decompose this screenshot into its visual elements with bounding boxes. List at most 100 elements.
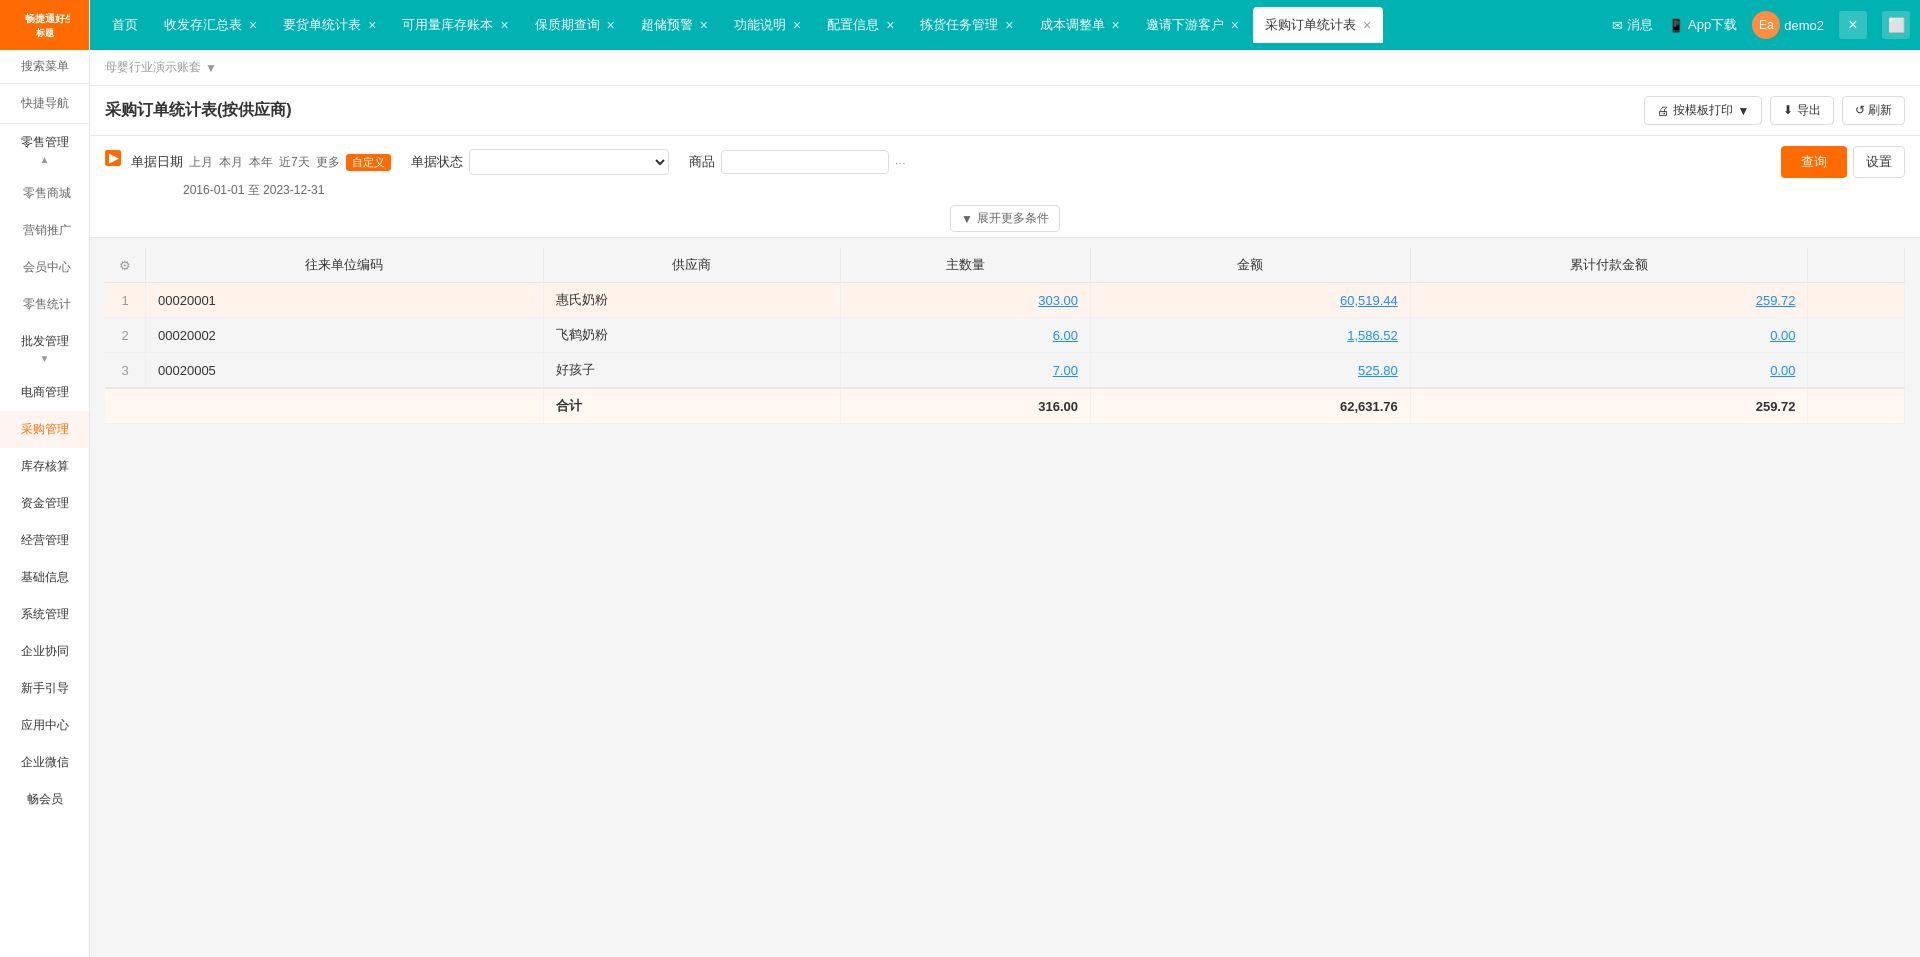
date-shortcuts: 上月 本月 本年 近7天 更多 自定义 — [189, 154, 391, 171]
tab-overstock-close[interactable]: × — [700, 17, 708, 33]
goods-input[interactable] — [721, 150, 889, 174]
column-settings-icon[interactable]: ⚙ — [117, 257, 133, 273]
row-1-code: 00020001 — [146, 283, 544, 318]
sidebar-item-wholesale[interactable]: 批发管理 ▼ — [0, 323, 89, 374]
row-1-supplier: 惠氏奶粉 — [543, 283, 840, 318]
query-button[interactable]: 查询 — [1781, 146, 1847, 178]
table-container: ⚙ 往来单位编码 供应商 主数量 金额 累计付款金额 1 — [90, 238, 1920, 434]
tab-config[interactable]: 配置信息 × — [815, 7, 906, 43]
footer-label: 合计 — [543, 388, 840, 424]
main-content: 首页 收发存汇总表 × 要货单统计表 × 可用量库存账本 × 保质期查询 × 超… — [90, 0, 1920, 957]
sidebar-item-collab[interactable]: 企业协同 — [0, 633, 89, 670]
sidebar-subitem-marketing[interactable]: 营销推广 — [0, 212, 89, 249]
refresh-button[interactable]: ↺ 刷新 — [1842, 96, 1905, 125]
filter-area: ▶ 单据日期 上月 本月 本年 近7天 更多 — [90, 136, 1920, 238]
quick-nav: 快捷导航 — [0, 84, 89, 124]
page-header: 采购订单统计表(按供应商) 🖨 按模板打印 ▼ ⬇ 导出 ↺ 刷新 — [90, 86, 1920, 136]
tab-purchasestat[interactable]: 采购订单统计表 × — [1253, 7, 1383, 43]
maximize-tab-button[interactable]: ⬜ — [1882, 11, 1910, 39]
sidebar-item-appcenter[interactable]: 应用中心 — [0, 707, 89, 744]
tab-funcguide[interactable]: 功能说明 × — [722, 7, 813, 43]
sidebar-item-system[interactable]: 系统管理 — [0, 596, 89, 633]
tab-available-close[interactable]: × — [500, 17, 508, 33]
page-title: 采购订单统计表(按供应商) — [105, 100, 292, 121]
quick-nav-item[interactable]: 快捷导航 — [0, 89, 89, 118]
tab-list: 首页 收发存汇总表 × 要货单统计表 × 可用量库存账本 × 保质期查询 × 超… — [100, 7, 1612, 43]
filter-row-1: 单据日期 上月 本月 本年 近7天 更多 自定义 — [131, 146, 1905, 178]
tab-invitedown[interactable]: 邀请下游客户 × — [1134, 7, 1251, 43]
footer-empty2 — [1808, 388, 1905, 424]
tab-funcguide-close[interactable]: × — [793, 17, 801, 33]
tab-config-close[interactable]: × — [886, 17, 894, 33]
data-table: ⚙ 往来单位编码 供应商 主数量 金额 累计付款金额 1 — [105, 248, 1905, 424]
row-1-qty: 303.00 — [840, 283, 1090, 318]
status-select[interactable] — [469, 149, 669, 175]
page-header-actions: 🖨 按模板打印 ▼ ⬇ 导出 ↺ 刷新 — [1644, 96, 1905, 125]
tab-available[interactable]: 可用量库存账本 × — [390, 7, 520, 43]
sidebar-item-newbie[interactable]: 新手引导 — [0, 670, 89, 707]
date-custom-tag[interactable]: 自定义 — [346, 154, 391, 171]
sidebar-item-retail[interactable]: 零售管理 ▲ — [0, 124, 89, 175]
expand-more-button[interactable]: ▼ 展开更多条件 — [950, 205, 1060, 232]
wholesale-arrow-icon: ▼ — [40, 353, 50, 364]
date-last-month[interactable]: 上月 — [189, 154, 213, 171]
tab-reqstat-close[interactable]: × — [368, 17, 376, 33]
export-button[interactable]: ⬇ 导出 — [1770, 96, 1833, 125]
date-7days[interactable]: 近7天 — [279, 154, 310, 171]
sidebar-subitem-member[interactable]: 会员中心 — [0, 249, 89, 286]
tab-purchasestat-close[interactable]: × — [1363, 17, 1371, 33]
tab-expiry[interactable]: 保质期查询 × — [523, 7, 627, 43]
close-tab-button[interactable]: × — [1839, 11, 1867, 39]
tab-expiry-close[interactable]: × — [607, 17, 615, 33]
sidebar-item-basic[interactable]: 基础信息 — [0, 559, 89, 596]
tab-home[interactable]: 首页 — [100, 7, 150, 43]
col-supplier-header: 供应商 — [543, 248, 840, 283]
sidebar-item-purchase[interactable]: 采购管理 — [0, 411, 89, 448]
tab-invitedown-close[interactable]: × — [1231, 17, 1239, 33]
sidebar-item-ecom[interactable]: 电商管理 — [0, 374, 89, 411]
user-avatar[interactable]: Ea demo2 — [1752, 11, 1824, 39]
tab-collect-close[interactable]: × — [249, 17, 257, 33]
sidebar-subitem-retail-stat[interactable]: 零售统计 — [0, 286, 89, 323]
msg-btn[interactable]: ✉ 消息 — [1612, 16, 1653, 34]
sidebar-item-inventory[interactable]: 库存核算 — [0, 448, 89, 485]
refresh-label: 刷新 — [1868, 103, 1892, 117]
date-this-month[interactable]: 本月 — [219, 154, 243, 171]
sidebar-item-vip[interactable]: 畅会员 — [0, 781, 89, 818]
date-more[interactable]: 更多 — [316, 154, 340, 171]
row-1-num: 1 — [105, 283, 146, 318]
print-button[interactable]: 🖨 按模板打印 ▼ — [1644, 96, 1762, 125]
refresh-icon: ↺ — [1855, 103, 1865, 117]
tab-pickjob-close[interactable]: × — [1005, 17, 1013, 33]
row-3-amount: 525.80 — [1090, 353, 1410, 389]
sidebar-menu: 零售管理 ▲ 零售商城 营销推广 会员中心 零售统计 批发管理 ▼ 电商管理 采… — [0, 124, 89, 957]
sidebar-item-finance[interactable]: 资金管理 — [0, 485, 89, 522]
breadcrumb-text: 母婴行业演示账套 — [105, 59, 201, 76]
goods-more-icon[interactable]: ··· — [895, 155, 906, 170]
date-filter: 单据日期 上月 本月 本年 近7天 更多 自定义 — [131, 153, 391, 171]
app-icon: 📱 — [1668, 18, 1684, 33]
row-3-paid: 0.00 — [1410, 353, 1808, 389]
app-download-btn[interactable]: 📱 App下载 — [1668, 16, 1737, 34]
status-filter: 单据状态 — [411, 149, 669, 175]
print-icon: 🖨 — [1657, 104, 1669, 118]
tab-overstock[interactable]: 超储预警 × — [629, 7, 720, 43]
tab-reqstat[interactable]: 要货单统计表 × — [271, 7, 388, 43]
topbar: 首页 收发存汇总表 × 要货单统计表 × 可用量库存账本 × 保质期查询 × 超… — [90, 0, 1920, 50]
sidebar-item-wechat[interactable]: 企业微信 — [0, 744, 89, 781]
toggle-filter-button[interactable]: ▶ — [105, 150, 121, 166]
expand-icon: ▲ — [40, 154, 50, 165]
sidebar-subitem-retail-mall[interactable]: 零售商城 — [0, 175, 89, 212]
tab-costadjust-close[interactable]: × — [1112, 17, 1120, 33]
tab-pickjob[interactable]: 拣货任务管理 × — [908, 7, 1025, 43]
sidebar-search[interactable]: 搜索菜单 — [0, 50, 89, 84]
sidebar-item-ops[interactable]: 经营管理 — [0, 522, 89, 559]
settings-button[interactable]: 设置 — [1853, 146, 1905, 178]
tab-collect[interactable]: 收发存汇总表 × — [152, 7, 269, 43]
topbar-right: ✉ 消息 📱 App下载 Ea demo2 × ⬜ — [1612, 11, 1910, 39]
tab-costadjust[interactable]: 成本调整单 × — [1028, 7, 1132, 43]
row-2-qty: 6.00 — [840, 318, 1090, 353]
date-this-year[interactable]: 本年 — [249, 154, 273, 171]
search-label: 搜索菜单 — [21, 59, 69, 73]
logo-text: 畅捷通好生意 标题 — [20, 4, 70, 46]
